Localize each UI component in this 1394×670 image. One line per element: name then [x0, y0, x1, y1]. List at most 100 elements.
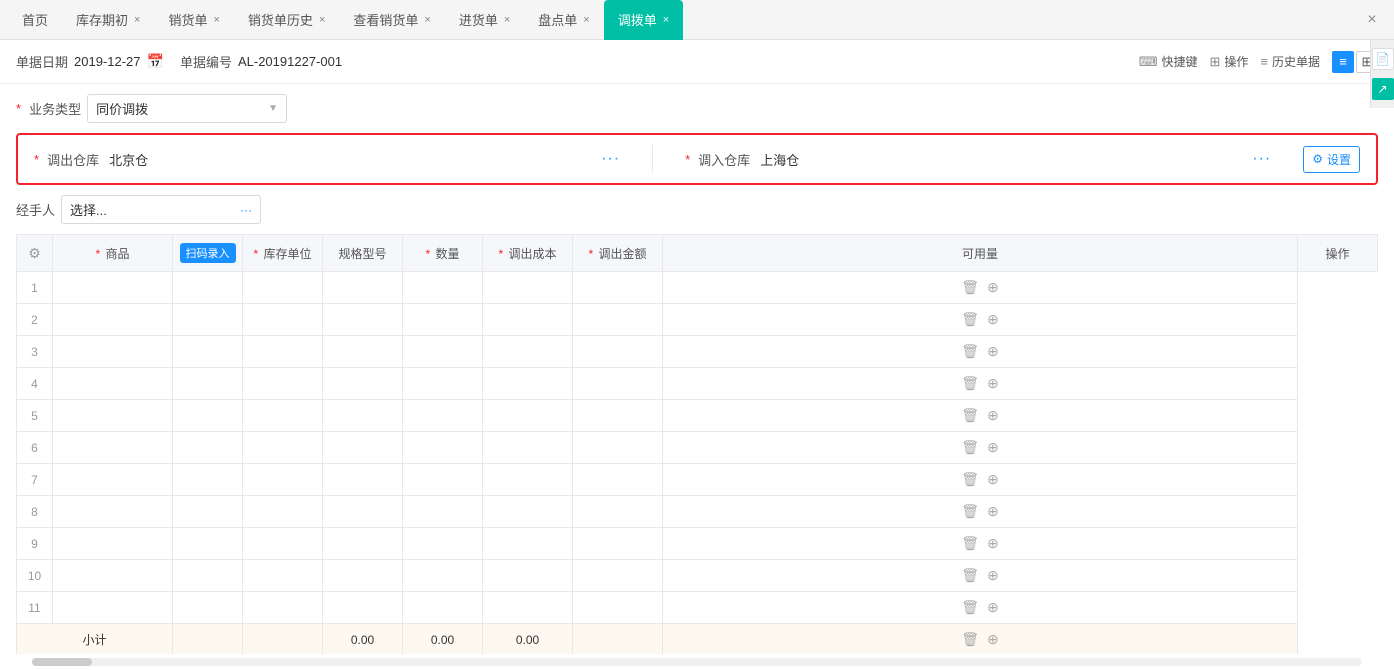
delete-row-5-icon[interactable]: 🗑	[961, 407, 979, 424]
close-tab-transfer[interactable]: ×	[663, 14, 669, 26]
col-cost: * 调出成本	[483, 235, 573, 272]
table-row: 2 🗑 ⊕	[17, 304, 1378, 336]
handler-input[interactable]: 选择... ···	[61, 195, 261, 224]
dropdown-arrow-icon: ▼	[268, 103, 278, 114]
calendar-icon[interactable]: 📅	[147, 53, 164, 70]
close-tab-inventory-init[interactable]: ×	[134, 14, 140, 26]
handler-more-icon[interactable]: ···	[240, 203, 252, 217]
row-3-spec[interactable]	[243, 336, 323, 368]
number-field: 单据编号 AL-20191227-001	[180, 52, 342, 71]
delete-row-7-icon[interactable]: 🗑	[961, 471, 979, 488]
history-button[interactable]: ≡ 历史单据	[1260, 53, 1320, 70]
settings-button[interactable]: ⚙ 设置	[1303, 146, 1360, 173]
row-3-quantity[interactable]	[323, 336, 403, 368]
row-num-2: 2	[17, 304, 53, 336]
copy-row-1-icon[interactable]: ⊕	[987, 279, 999, 296]
row-num-3: 3	[17, 336, 53, 368]
close-tab-view-sales[interactable]: ×	[424, 14, 430, 26]
row-num-5: 5	[17, 400, 53, 432]
delete-row-2-icon[interactable]: 🗑	[961, 311, 979, 328]
row-3-cost[interactable]	[403, 336, 483, 368]
col-spec: 规格型号	[323, 235, 403, 272]
row-2-cost[interactable]	[403, 304, 483, 336]
copy-row-5-icon[interactable]: ⊕	[987, 407, 999, 424]
form-row-handler: 经手人 选择... ···	[16, 195, 1378, 224]
tab-stocktake[interactable]: 盘点单 ×	[524, 0, 603, 40]
row-3-unit[interactable]	[173, 336, 243, 368]
data-table-container: ⚙ * 商品 扫码录入 * 库存单位 规格型号	[16, 234, 1378, 654]
delete-row-1-icon[interactable]: 🗑	[961, 279, 979, 296]
tab-sales-history[interactable]: 销货单历史 ×	[234, 0, 339, 40]
close-tab-purchase-order[interactable]: ×	[504, 14, 510, 26]
table-row: 10 🗑⊕	[17, 560, 1378, 592]
close-tab-sales-order[interactable]: ×	[213, 14, 219, 26]
copy-row-2-icon[interactable]: ⊕	[987, 311, 999, 328]
tab-inventory-init[interactable]: 库存期初 ×	[62, 0, 154, 40]
close-window-button[interactable]: ×	[1358, 6, 1386, 34]
shortcuts-button[interactable]: ⌨ 快捷键	[1139, 53, 1198, 70]
delete-row-3-icon[interactable]: 🗑	[961, 343, 979, 360]
warehouse-in-field: * 调入仓库 上海仓 ···	[685, 150, 1271, 169]
row-2-amount[interactable]	[483, 304, 573, 336]
tab-view-sales[interactable]: 查看销货单 ×	[339, 0, 444, 40]
col-unit: * 库存单位	[243, 235, 323, 272]
date-field: 单据日期 2019-12-27 📅	[16, 52, 164, 71]
row-2-unit[interactable]	[173, 304, 243, 336]
tab-home[interactable]: 首页	[8, 0, 62, 40]
delete-row-11-icon[interactable]: 🗑	[961, 599, 979, 616]
row-1-spec[interactable]	[243, 272, 323, 304]
close-tab-stocktake[interactable]: ×	[583, 14, 589, 26]
copy-row-6-icon[interactable]: ⊕	[987, 439, 999, 456]
col-quantity: * 数量	[403, 235, 483, 272]
row-3-amount[interactable]	[483, 336, 573, 368]
copy-row-9-icon[interactable]: ⊕	[987, 535, 999, 552]
scan-button[interactable]: 扫码录入	[180, 243, 236, 263]
toolbar-row: 单据日期 2019-12-27 📅 单据编号 AL-20191227-001 ⌨…	[0, 40, 1394, 84]
table-body: 1 🗑 ⊕ 2	[17, 272, 1378, 655]
copy-row-3-icon[interactable]: ⊕	[987, 343, 999, 360]
copy-row-11-icon[interactable]: ⊕	[987, 599, 999, 616]
scrollbar-thumb[interactable]	[32, 658, 92, 666]
warehouse-in-more-button[interactable]: ···	[1252, 150, 1271, 168]
row-2-product[interactable]	[53, 304, 173, 336]
delete-row-4-icon[interactable]: 🗑	[961, 375, 979, 392]
row-1-quantity[interactable]	[323, 272, 403, 304]
row-1-amount[interactable]	[483, 272, 573, 304]
list-view-icon[interactable]: ≡	[1332, 51, 1354, 73]
handler-placeholder: 选择...	[70, 200, 236, 219]
row-1-cost[interactable]	[403, 272, 483, 304]
row-num-4: 4	[17, 368, 53, 400]
copy-row-7-icon[interactable]: ⊕	[987, 471, 999, 488]
operations-button[interactable]: ⊞ 操作	[1209, 53, 1248, 70]
row-3-available[interactable]	[573, 336, 663, 368]
row-1-unit[interactable]	[173, 272, 243, 304]
row-1-available[interactable]	[573, 272, 663, 304]
warehouse-out-more-button[interactable]: ···	[601, 150, 620, 168]
row-3-product[interactable]	[53, 336, 173, 368]
business-type-input[interactable]: 同价调拨 ▼	[87, 94, 287, 123]
copy-row-4-icon[interactable]: ⊕	[987, 375, 999, 392]
tab-purchase-order[interactable]: 进货单 ×	[445, 0, 524, 40]
right-panel-doc-button[interactable]: 📄	[1372, 48, 1394, 70]
data-table: ⚙ * 商品 扫码录入 * 库存单位 规格型号	[16, 234, 1378, 654]
delete-row-8-icon[interactable]: 🗑	[961, 503, 979, 520]
copy-row-10-icon[interactable]: ⊕	[987, 567, 999, 584]
tab-transfer[interactable]: 调拨单 ×	[604, 0, 683, 40]
close-tab-sales-history[interactable]: ×	[319, 14, 325, 26]
horizontal-scrollbar[interactable]	[32, 658, 1362, 666]
col-operation: 操作	[1298, 235, 1378, 272]
copy-row-8-icon[interactable]: ⊕	[987, 503, 999, 520]
delete-row-6-icon[interactable]: 🗑	[961, 439, 979, 456]
row-1-product[interactable]	[53, 272, 173, 304]
delete-row-10-icon[interactable]: 🗑	[961, 567, 979, 584]
right-panel-export-button[interactable]: ↗	[1372, 78, 1394, 100]
delete-row-9-icon[interactable]: 🗑	[961, 535, 979, 552]
tab-sales-order[interactable]: 销货单 ×	[154, 0, 233, 40]
table-gear-icon[interactable]: ⚙	[28, 245, 41, 261]
row-2-available[interactable]	[573, 304, 663, 336]
date-value: 2019-12-27	[74, 54, 141, 69]
table-row: 1 🗑 ⊕	[17, 272, 1378, 304]
row-2-quantity[interactable]	[323, 304, 403, 336]
history-icon: ≡	[1260, 54, 1268, 69]
row-2-spec[interactable]	[243, 304, 323, 336]
